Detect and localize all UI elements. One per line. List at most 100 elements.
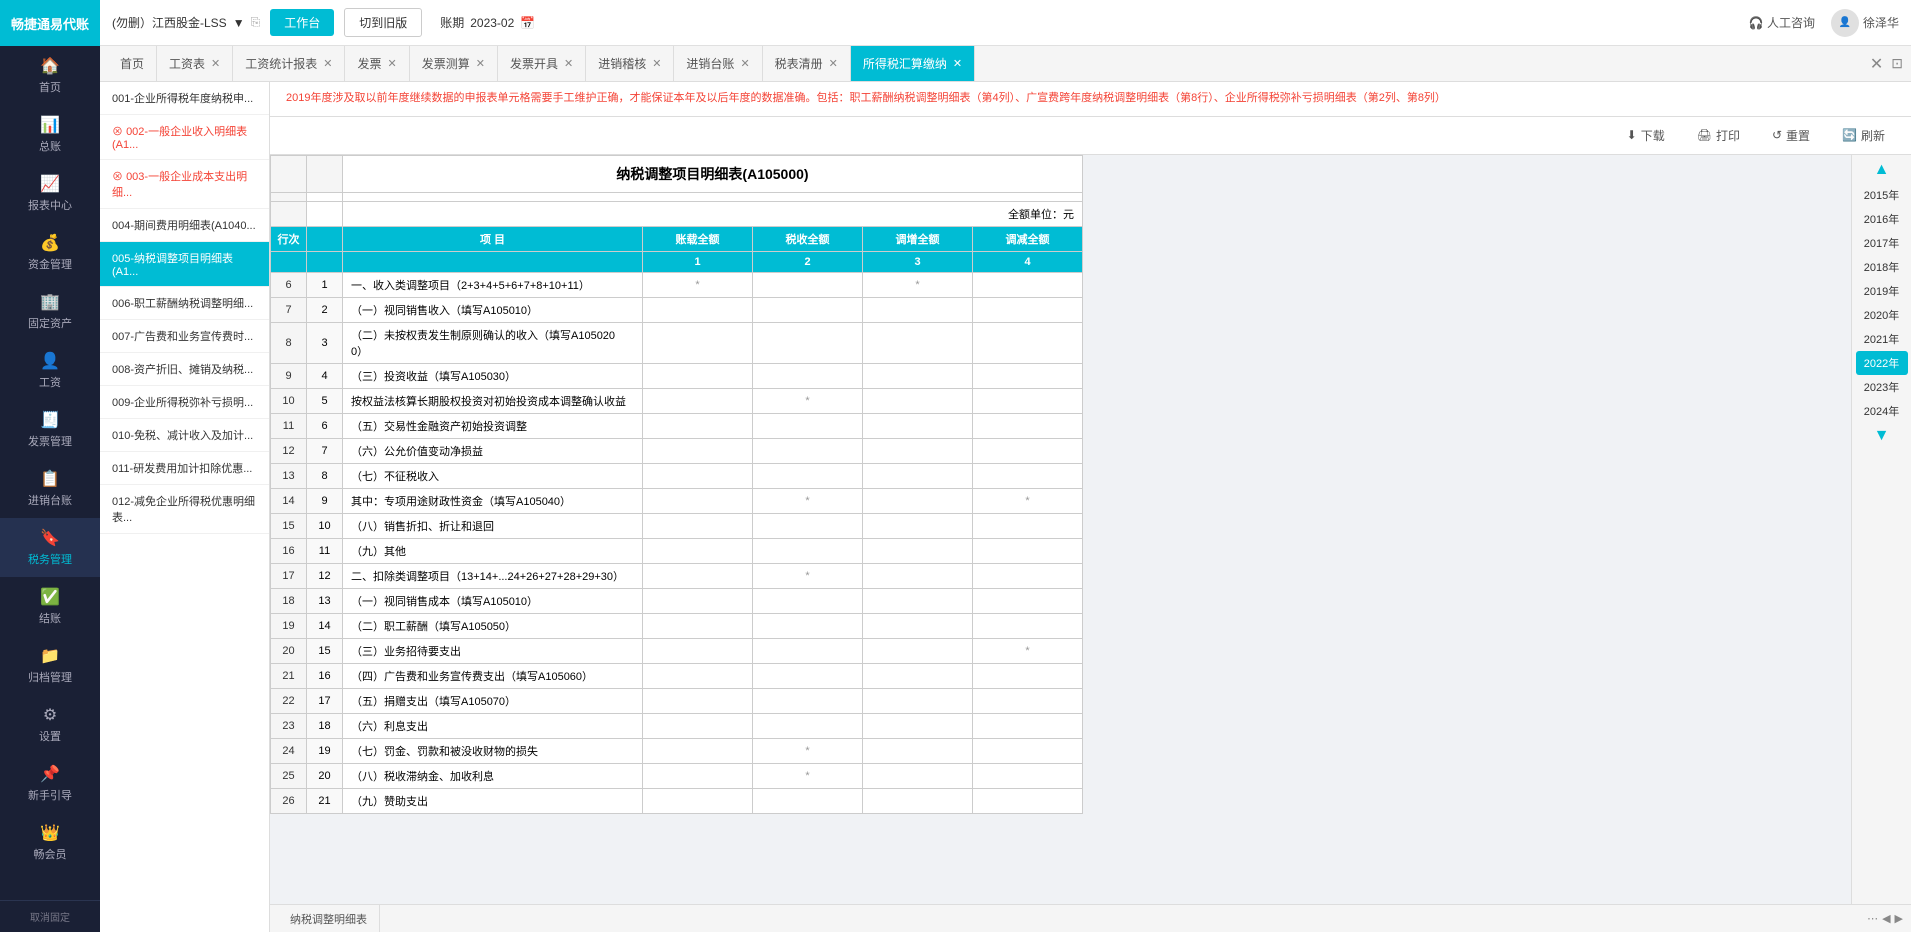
data-cell-2[interactable]: * [753,488,863,513]
tabbar-close[interactable]: ✕ ⊡ [1870,54,1903,74]
data-cell-1[interactable] [643,738,753,763]
tab-close-icon[interactable]: ✕ [652,57,661,70]
data-cell-1[interactable] [643,413,753,438]
data-cell-1[interactable] [643,638,753,663]
tab-首页[interactable]: 首页 [108,46,157,82]
data-cell-3[interactable] [863,788,973,813]
year-button-2021年[interactable]: 2021年 [1856,327,1908,351]
data-cell-4[interactable]: * [973,488,1083,513]
bottom-tab-sheet[interactable]: 纳税调整明细表 [278,905,380,932]
data-cell-4[interactable] [973,563,1083,588]
data-cell-4[interactable] [973,713,1083,738]
item-cell[interactable]: （三）投资收益（填写A105030） [343,363,643,388]
data-cell-2[interactable] [753,538,863,563]
tab-税表清册[interactable]: 税表清册✕ [763,46,851,82]
data-cell-3[interactable] [863,463,973,488]
data-cell-1[interactable] [643,538,753,563]
data-cell-1[interactable] [643,363,753,388]
data-cell-3[interactable] [863,663,973,688]
data-cell-3[interactable] [863,413,973,438]
data-cell-3[interactable] [863,488,973,513]
item-cell[interactable]: （九）赞助支出 [343,788,643,813]
left-panel-item[interactable]: 001-企业所得税年度纳税申... [100,82,269,115]
company-selector[interactable]: (勿删）江西股金-LSS ▼ ⎘ [112,14,260,31]
item-cell[interactable]: （七）不征税收入 [343,463,643,488]
data-cell-3[interactable] [863,638,973,663]
support-link[interactable]: 🎧 人工咨询 [1749,14,1815,31]
data-cell-3[interactable] [863,588,973,613]
item-cell[interactable]: （八）销售折扣、折让和退回 [343,513,643,538]
reset-button[interactable]: ↺ 重置 [1762,123,1820,148]
data-cell-4[interactable] [973,438,1083,463]
data-cell-2[interactable]: * [753,738,863,763]
data-cell-4[interactable] [973,588,1083,613]
data-cell-1[interactable] [643,563,753,588]
year-button-2018年[interactable]: 2018年 [1856,255,1908,279]
item-cell[interactable]: （四）广告费和业务宣传费支出（填写A105060） [343,663,643,688]
sidebar-item-invoice[interactable]: 🧾发票管理 [0,400,100,459]
data-cell-2[interactable] [753,297,863,322]
year-button-2017年[interactable]: 2017年 [1856,231,1908,255]
left-panel-item[interactable]: 012-减免企业所得税优惠明细表... [100,485,269,534]
left-panel-item[interactable]: 011-研发费用加计扣除优惠... [100,452,269,485]
data-cell-3[interactable] [863,513,973,538]
unpin-button[interactable]: 取消固定 [0,900,100,932]
item-cell[interactable]: （五）捐赠支出（填写A105070） [343,688,643,713]
workbench-button[interactable]: 工作台 [270,9,334,36]
data-cell-1[interactable] [643,713,753,738]
download-button[interactable]: ⬇ 下载 [1617,123,1675,148]
data-cell-4[interactable] [973,763,1083,788]
period-selector[interactable]: 账期 2023-02 📅 [440,14,535,31]
data-cell-2[interactable]: * [753,563,863,588]
item-cell[interactable]: （七）罚金、罚款和被没收财物的损失 [343,738,643,763]
tab-所得税汇算缴纳[interactable]: 所得税汇算缴纳✕ [851,46,975,82]
left-panel-item[interactable]: 007-广告费和业务宣传费时... [100,320,269,353]
data-cell-4[interactable]: * [973,638,1083,663]
data-cell-3[interactable] [863,713,973,738]
data-cell-1[interactable] [643,688,753,713]
data-cell-1[interactable] [643,588,753,613]
left-panel-item[interactable]: ⊗ 002-一般企业收入明细表(A1... [100,115,269,160]
year-button-2024年[interactable]: 2024年 [1856,399,1908,423]
left-panel-item[interactable]: 006-职工薪酬纳税调整明细... [100,287,269,320]
tab-工资表[interactable]: 工资表✕ [157,46,233,82]
data-cell-4[interactable] [973,663,1083,688]
item-cell[interactable]: （二）未按权责发生制原则确认的收入（填写A105020 0） [343,322,643,363]
data-cell-1[interactable] [643,297,753,322]
data-cell-4[interactable] [973,322,1083,363]
data-cell-1[interactable]: * [643,272,753,297]
item-cell[interactable]: 其中：专项用途财政性资金（填写A105040） [343,488,643,513]
print-button[interactable]: 🖨 打印 [1687,123,1750,148]
tab-进销稽核[interactable]: 进销稽核✕ [586,46,674,82]
data-cell-4[interactable] [973,688,1083,713]
tab-close-icon[interactable]: ✕ [953,57,962,70]
data-cell-4[interactable] [973,413,1083,438]
item-cell[interactable]: （一）视同销售成本（填写A105010） [343,588,643,613]
data-cell-1[interactable] [643,763,753,788]
data-cell-4[interactable] [973,363,1083,388]
nav-left-icon[interactable]: ◀ [1882,912,1890,925]
year-button-2023年[interactable]: 2023年 [1856,375,1908,399]
data-cell-1[interactable] [643,513,753,538]
item-cell[interactable]: （九）其他 [343,538,643,563]
data-cell-2[interactable] [753,638,863,663]
sidebar-item-member[interactable]: 👑畅会员 [0,813,100,872]
data-cell-3[interactable] [863,563,973,588]
user-info[interactable]: 👤 徐泽华 [1831,9,1899,37]
data-cell-2[interactable] [753,713,863,738]
left-panel-item[interactable]: 008-资产折旧、摊销及纳税... [100,353,269,386]
sidebar-item-settle[interactable]: ✅结账 [0,577,100,636]
data-cell-1[interactable] [643,463,753,488]
data-cell-2[interactable] [753,438,863,463]
tab-close-icon[interactable]: ✕ [211,57,220,70]
nav-right-icon[interactable]: ▶ [1895,912,1903,925]
refresh-button[interactable]: 🔄 刷新 [1832,123,1895,148]
year-scroll-up[interactable]: ▲ [1872,159,1892,181]
data-cell-3[interactable] [863,297,973,322]
data-cell-2[interactable] [753,413,863,438]
item-cell[interactable]: 二、扣除类调整项目（13+14+...24+26+27+28+29+30） [343,563,643,588]
year-button-2015年[interactable]: 2015年 [1856,183,1908,207]
data-cell-3[interactable]: * [863,272,973,297]
data-cell-4[interactable] [973,297,1083,322]
data-cell-3[interactable] [863,613,973,638]
